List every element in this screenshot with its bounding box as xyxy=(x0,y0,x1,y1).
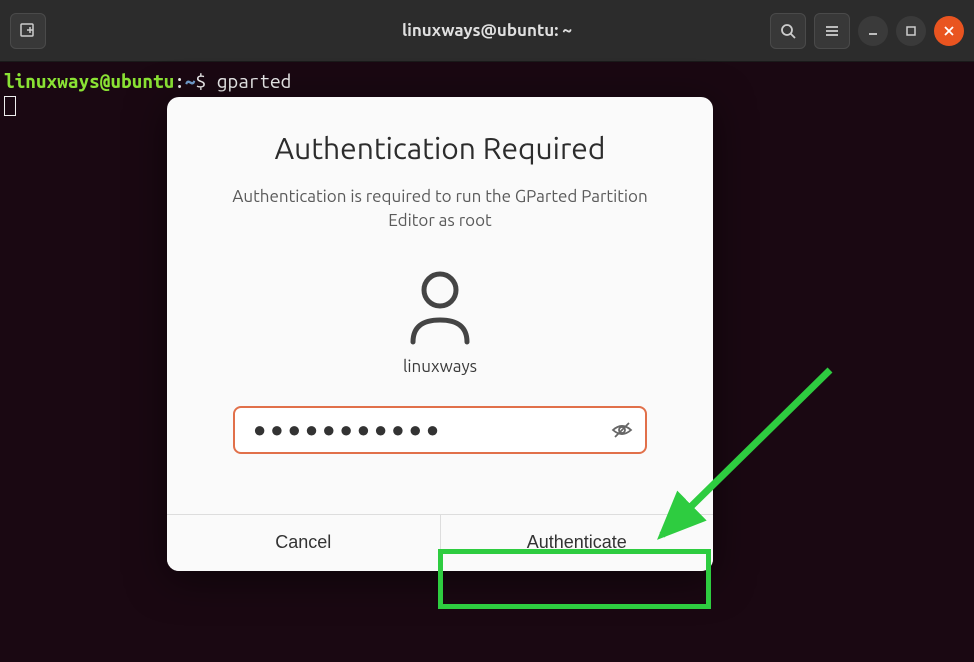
minimize-button[interactable] xyxy=(858,16,888,46)
dialog-actions: Cancel Authenticate xyxy=(167,514,713,571)
maximize-icon xyxy=(905,25,917,37)
authenticate-button[interactable]: Authenticate xyxy=(441,515,714,571)
cancel-button[interactable]: Cancel xyxy=(167,515,441,571)
titlebar-left xyxy=(10,13,46,49)
dialog-body: Authentication Required Authentication i… xyxy=(167,97,713,514)
terminal-prompt: $ xyxy=(196,70,207,92)
terminal-colon: : xyxy=(174,70,185,92)
terminal-user-host: linuxways@ubuntu xyxy=(4,70,174,92)
new-tab-button[interactable] xyxy=(10,13,46,49)
titlebar-right xyxy=(770,13,964,49)
password-field-wrap xyxy=(233,406,647,454)
authentication-dialog: Authentication Required Authentication i… xyxy=(167,97,713,571)
search-button[interactable] xyxy=(770,13,806,49)
terminal-path: ~ xyxy=(185,70,196,92)
new-tab-icon xyxy=(19,22,37,40)
maximize-button[interactable] xyxy=(896,16,926,46)
dialog-username: linuxways xyxy=(207,357,673,376)
dialog-title: Authentication Required xyxy=(207,131,673,165)
window-titlebar: linuxways@ubuntu: ~ xyxy=(0,0,974,62)
password-input[interactable] xyxy=(233,406,647,454)
terminal-cursor xyxy=(4,96,16,116)
terminal-command: gparted xyxy=(217,70,291,92)
close-icon xyxy=(943,25,955,37)
eye-slash-icon xyxy=(611,419,633,441)
toggle-password-visibility-button[interactable] xyxy=(611,419,633,441)
dialog-subtitle: Authentication is required to run the GP… xyxy=(207,185,673,233)
close-button[interactable] xyxy=(934,16,964,46)
hamburger-menu-button[interactable] xyxy=(814,13,850,49)
hamburger-icon xyxy=(823,22,841,40)
window-title: linuxways@ubuntu: ~ xyxy=(402,21,572,40)
search-icon xyxy=(779,22,797,40)
terminal-line: linuxways@ubuntu:~$ gparted xyxy=(4,70,970,92)
minimize-icon xyxy=(867,25,879,37)
user-avatar-icon xyxy=(405,273,475,343)
